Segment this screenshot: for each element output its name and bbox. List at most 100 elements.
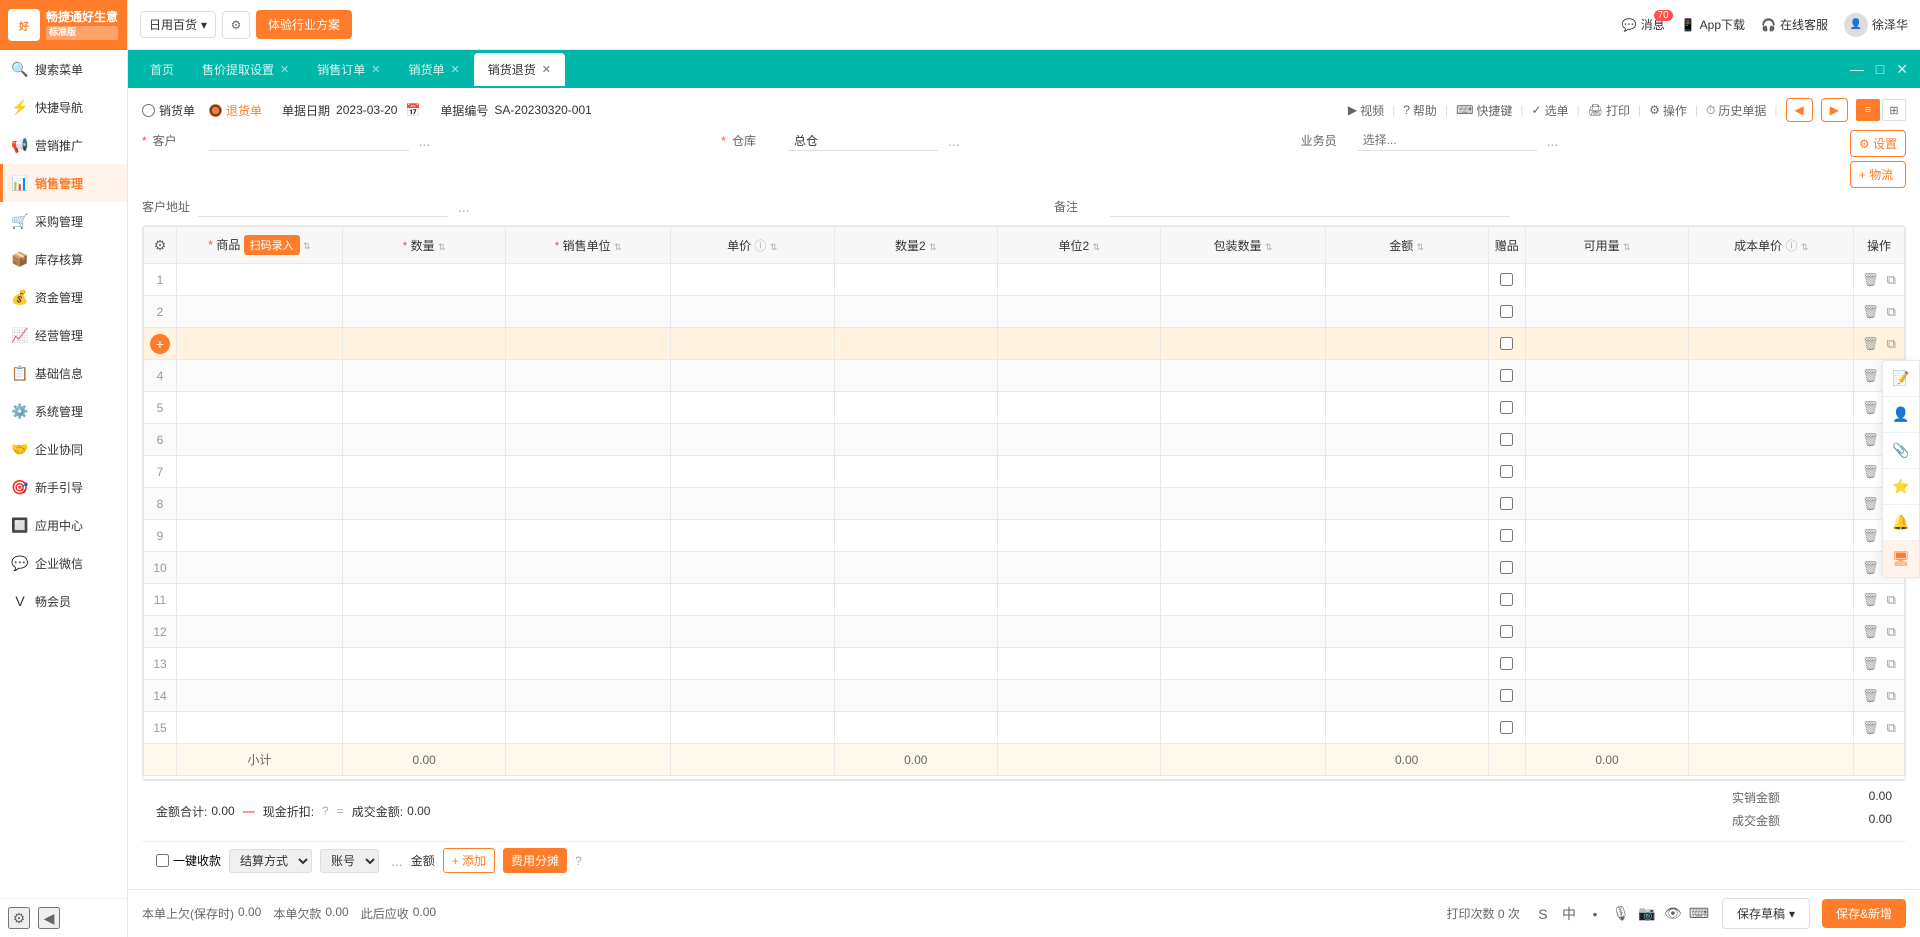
industry-select[interactable]: 日用百货 ▾ [140,11,216,38]
operate-btn[interactable]: ⚙ 操作 [1649,102,1687,119]
account-dots[interactable]: ... [391,853,403,869]
customer-input[interactable] [209,130,409,151]
right-panel-notify-btn[interactable]: 🔔 [1883,505,1919,541]
sidebar-item-shortcut[interactable]: ⚡ 快捷导航 [0,88,127,126]
sidebar-item-guide[interactable]: 🎯 新手引导 [0,468,127,506]
row-delete-btn-3[interactable]: 🗑 [1860,334,1881,354]
row-delete-btn-2[interactable]: 🗑 [1860,302,1881,322]
row-delete-btn-13[interactable]: 🗑 [1860,654,1881,674]
tab-maximize-btn[interactable]: □ [1872,59,1888,80]
row-copy-btn-14[interactable]: ⧉ [1885,686,1898,706]
gift-check-1[interactable] [1500,273,1513,286]
save-new-btn[interactable]: 保存&新增 [1822,899,1906,928]
tab-home[interactable]: 首页 [136,53,188,86]
gift-check-3[interactable] [1500,337,1513,350]
address-input[interactable] [198,196,448,217]
select-btn[interactable]: ✓ 选单 [1532,102,1569,119]
sidebar-item-system[interactable]: ⚙️ 系统管理 [0,392,127,430]
sidebar-item-operations[interactable]: 📈 经营管理 [0,316,127,354]
user-profile-btn[interactable]: 👤 徐泽华 [1844,13,1908,37]
product-input-2[interactable] [183,305,336,319]
expense-help-icon[interactable]: ? [575,854,582,868]
input-tool-1[interactable]: • [1584,903,1606,925]
pack-input-1[interactable] [1167,273,1318,287]
product-input-1[interactable] [183,273,336,287]
gift-check-6[interactable] [1500,433,1513,446]
logistics-btn[interactable]: + 物流 [1850,161,1906,188]
col-sort-price[interactable]: ⇅ [770,242,778,252]
sidebar-item-purchase[interactable]: 🛒 采购管理 [0,202,127,240]
customer-service-btn[interactable]: 🎧 在线客服 [1761,16,1828,33]
gift-check-2[interactable] [1500,305,1513,318]
sidebar-item-apps[interactable]: 🔲 应用中心 [0,506,127,544]
experience-btn[interactable]: 体验行业方案 [256,10,352,39]
sidebar-item-search[interactable]: 🔍 搜索菜单 [0,50,127,88]
tab-close-sales-delivery[interactable]: ✕ [451,63,460,76]
one-click-payment-checkbox[interactable]: 一键收款 [156,852,221,869]
tab-minimize-btn[interactable]: — [1846,59,1868,80]
row-delete-btn-14[interactable]: 🗑 [1860,686,1881,706]
cost-info-icon[interactable]: ⓘ [1785,239,1797,253]
col-sort-pack[interactable]: ⇅ [1265,242,1273,252]
row-delete-btn-7[interactable]: 🗑 [1860,462,1881,482]
sidebar-item-enterprise[interactable]: 🤝 企业协同 [0,430,127,468]
price-info-icon[interactable]: ⓘ [754,239,766,253]
right-panel-screen-btn[interactable]: 🖥 [1883,541,1919,577]
col-sort-qty2[interactable]: ⇅ [929,242,937,252]
row-copy-btn-11[interactable]: ⧉ [1885,590,1898,610]
gift-check-15[interactable] [1500,721,1513,734]
row-delete-btn-1[interactable]: 🗑 [1860,270,1881,290]
row-delete-btn-12[interactable]: 🗑 [1860,622,1881,642]
row-delete-btn-11[interactable]: 🗑 [1860,590,1881,610]
row-delete-btn-8[interactable]: 🗑 [1860,494,1881,514]
tab-sales-return[interactable]: 销货退货 ✕ [474,53,565,86]
cost-input-1[interactable] [1695,273,1847,287]
calc-method-select[interactable]: 结算方式 [229,849,312,873]
qty-input-1[interactable] [349,273,499,287]
right-panel-fav-btn[interactable]: ⭐ [1883,469,1919,505]
note-input[interactable] [1110,196,1510,217]
shortcut-btn[interactable]: ⌨ 快捷键 [1456,102,1512,119]
account-select[interactable]: 账号 [320,849,379,873]
right-panel-attach-btn[interactable]: 📎 [1883,433,1919,469]
calendar-icon[interactable]: 📅 [405,103,420,117]
row-copy-btn-1[interactable]: ⧉ [1885,270,1898,290]
unit2-input-1[interactable] [1004,273,1154,287]
col-sort-amount[interactable]: ⇅ [1417,242,1425,252]
radio-return[interactable]: 退货单 [209,102,262,119]
row-delete-btn-9[interactable]: 🗑 [1860,526,1881,546]
tab-close-btn[interactable]: ✕ [1892,59,1912,80]
qty2-input-1[interactable] [841,273,991,287]
row-copy-btn-12[interactable]: ⧉ [1885,622,1898,642]
right-panel-notes-btn[interactable]: 📝 [1883,361,1919,397]
unit-input-1[interactable] [512,273,663,287]
row-copy-btn-13[interactable]: ⧉ [1885,654,1898,674]
row-copy-btn-3[interactable]: ⧉ [1885,334,1898,354]
row-delete-btn-6[interactable]: 🗑 [1860,430,1881,450]
payment-add-btn[interactable]: + 添加 [443,848,495,873]
col-sort-unit[interactable]: ⇅ [614,242,622,252]
gift-check-12[interactable] [1500,625,1513,638]
video-btn[interactable]: ▶ 视频 [1348,102,1384,119]
sidebar-item-base[interactable]: 📋 基础信息 [0,354,127,392]
warehouse-dots[interactable]: ... [948,133,960,149]
tab-close-sales-return[interactable]: ✕ [542,63,551,76]
gift-check-11[interactable] [1500,593,1513,606]
scan-input-btn[interactable]: 扫码录入 [244,235,300,255]
gift-check-5[interactable] [1500,401,1513,414]
nav-next-btn[interactable]: ▶ [1821,98,1848,122]
input-tool-5[interactable]: ⌨ [1688,903,1710,925]
help-btn[interactable]: ? 帮助 [1403,102,1437,119]
col-sort-qty[interactable]: ⇅ [438,242,446,252]
available-input-1[interactable] [1532,273,1683,287]
col-settings-btn[interactable]: ⚙ [154,237,167,254]
row-delete-btn-4[interactable]: 🗑 [1860,366,1881,386]
tab-close-sales-order[interactable]: ✕ [371,63,380,76]
input-tool-3[interactable]: 📷 [1636,903,1658,925]
list-view-btn[interactable]: ≡ [1856,99,1880,121]
tab-price-settings[interactable]: 售价提取设置 ✕ [188,53,303,86]
gift-check-8[interactable] [1500,497,1513,510]
row-delete-btn-5[interactable]: 🗑 [1860,398,1881,418]
setup-btn[interactable]: ⚙ 设置 [1850,130,1906,157]
save-draft-btn[interactable]: 保存草稿 ▾ [1722,898,1810,929]
